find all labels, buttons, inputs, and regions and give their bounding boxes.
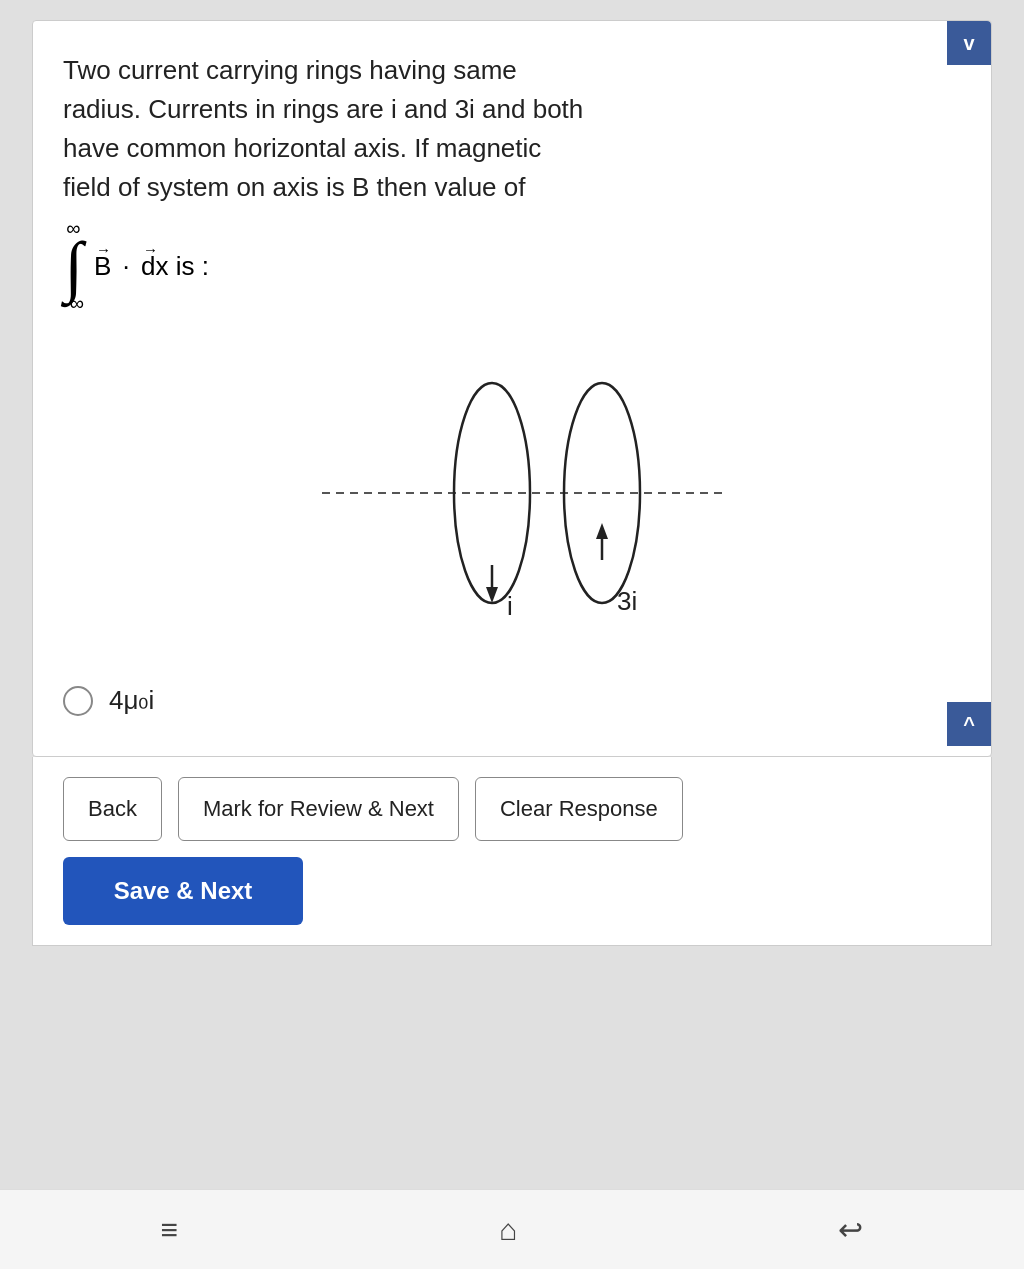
- svg-marker-6: [596, 523, 608, 539]
- option-row-A[interactable]: 4μ₀i: [63, 685, 961, 716]
- home-icon[interactable]: ⌂: [499, 1213, 517, 1247]
- svg-marker-4: [486, 587, 498, 603]
- integral-section: ∞ ∫ -∞ → B · → dx is :: [63, 217, 961, 315]
- bottom-navbar: ≡ ⌂ ↩: [0, 1189, 1024, 1269]
- v-button[interactable]: v: [947, 21, 991, 65]
- action-buttons-row: Back Mark for Review & Next Clear Respon…: [63, 777, 961, 841]
- back-button[interactable]: Back: [63, 777, 162, 841]
- diagram-area: i 3i: [63, 335, 961, 655]
- option-A-label: 4μ₀i: [109, 685, 154, 716]
- back-nav-icon[interactable]: ↩: [838, 1212, 863, 1247]
- label-3i: 3i: [617, 586, 637, 616]
- question-text: Two current carrying rings having same r…: [63, 51, 961, 207]
- label-i: i: [507, 591, 513, 621]
- radio-option-A[interactable]: [63, 686, 93, 716]
- integral-symbol: ∫: [64, 232, 83, 300]
- menu-icon[interactable]: ≡: [161, 1213, 179, 1247]
- rings-diagram: i 3i: [262, 335, 762, 655]
- question-card: v Two current carrying rings having same…: [32, 20, 992, 757]
- integral-lower-limit: -∞: [63, 292, 84, 315]
- mark-review-button[interactable]: Mark for Review & Next: [178, 777, 459, 841]
- clear-response-button[interactable]: Clear Response: [475, 777, 683, 841]
- integral-expression: → B · → dx is :: [94, 251, 209, 282]
- bottom-section: Back Mark for Review & Next Clear Respon…: [32, 757, 992, 946]
- caret-up-button[interactable]: ^: [947, 702, 991, 746]
- save-next-button[interactable]: Save & Next: [63, 857, 303, 925]
